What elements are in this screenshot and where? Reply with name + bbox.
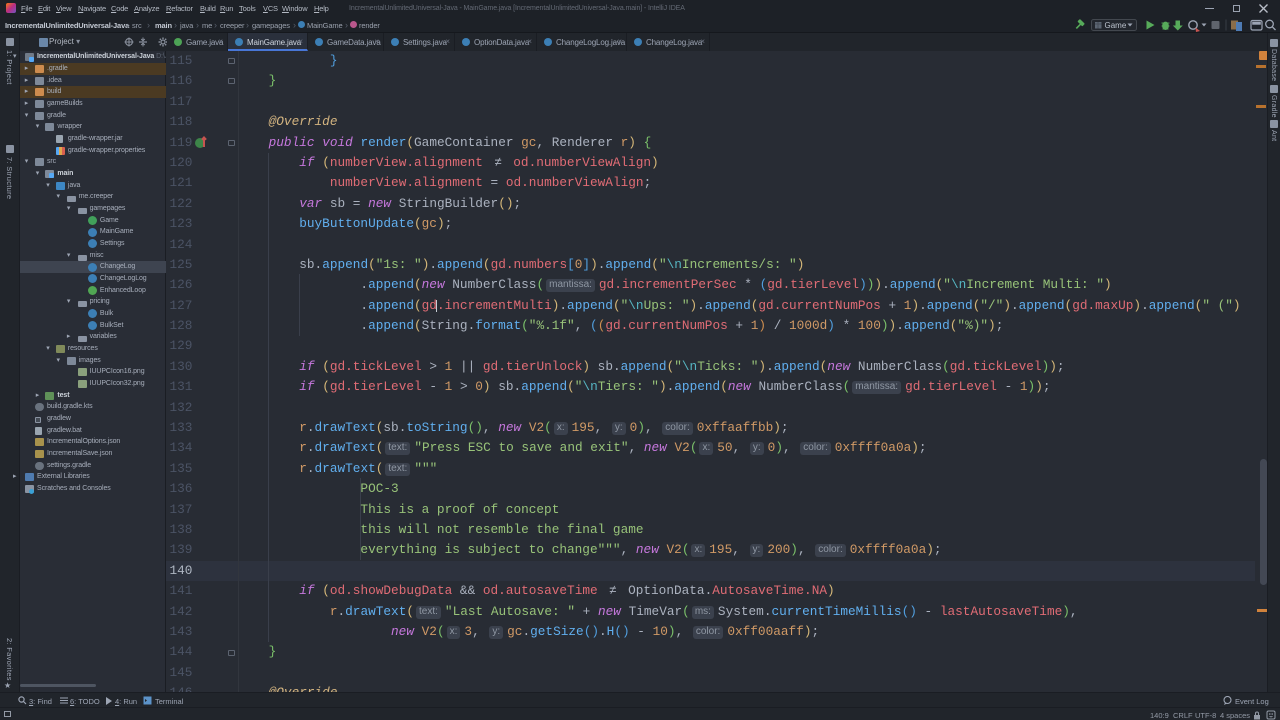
svg-text:Game: Game <box>1105 21 1127 30</box>
